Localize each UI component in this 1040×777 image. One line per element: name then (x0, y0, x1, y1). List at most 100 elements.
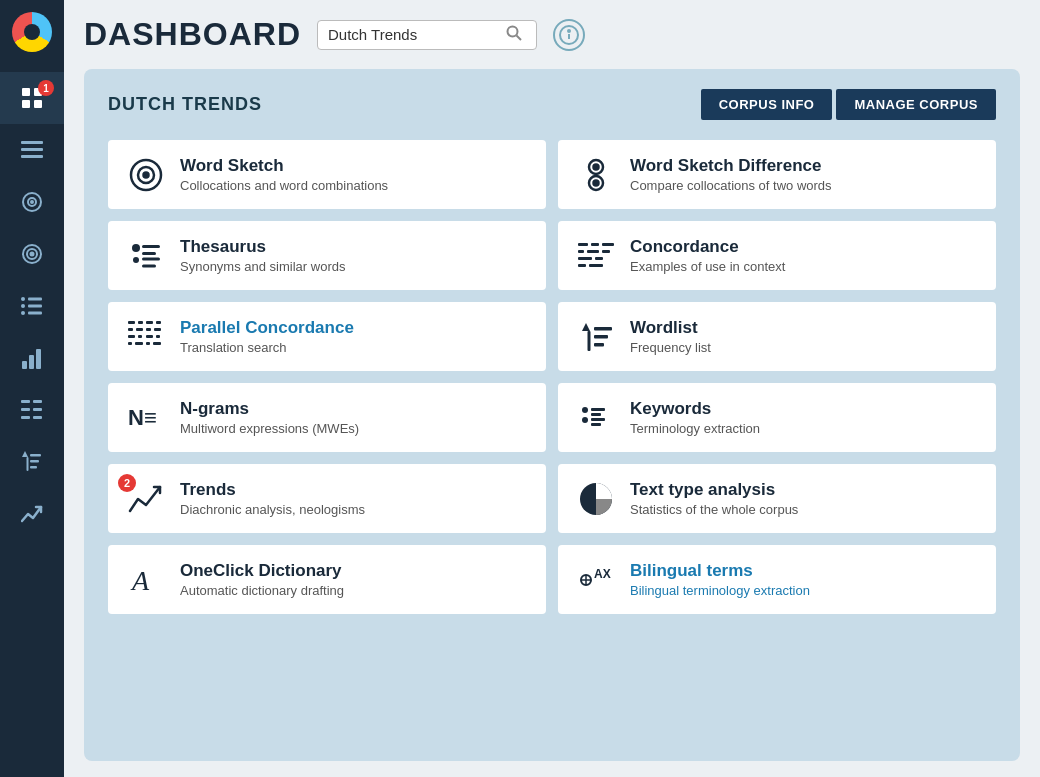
bilingual-text: Bilingual terms Bilingual terminology ex… (630, 561, 810, 598)
svg-rect-65 (136, 328, 143, 331)
sidebar-item-concordance[interactable] (0, 176, 64, 228)
parallel-concordance-icon (126, 319, 166, 355)
card-bilingual-terms[interactable]: AX Bilingual terms Bilingual terminology… (558, 545, 996, 614)
card-ngrams[interactable]: N≡ N-grams Multiword expressions (MWEs) (108, 383, 546, 452)
bilingual-icon: AX (576, 562, 616, 598)
card-concordance[interactable]: Concordance Examples of use in context (558, 221, 996, 290)
svg-rect-84 (591, 413, 601, 416)
svg-point-13 (21, 297, 25, 301)
wordlist-text: Wordlist Frequency list (630, 318, 711, 355)
svg-rect-0 (22, 88, 30, 96)
svg-rect-70 (146, 335, 153, 338)
keywords-icon (576, 400, 616, 436)
svg-rect-19 (22, 361, 27, 369)
concordance-text: Concordance Examples of use in context (630, 237, 785, 274)
card-word-sketch[interactable]: Word Sketch Collocations and word combin… (108, 140, 546, 209)
card-parallel-concordance[interactable]: Parallel Concordance Translation search (108, 302, 546, 371)
card-trends[interactable]: 2 Trends Diachronic analysis, neologisms (108, 464, 546, 533)
sidebar-item-trends[interactable] (0, 488, 64, 540)
trends-text: Trends Diachronic analysis, neologisms (180, 480, 365, 517)
cards-grid: Word Sketch Collocations and word combin… (108, 140, 996, 614)
sidebar-item-word-sketch[interactable] (0, 228, 64, 280)
sidebar-item-bullet-list[interactable] (0, 280, 64, 332)
svg-rect-54 (587, 250, 599, 253)
ngrams-text: N-grams Multiword expressions (MWEs) (180, 399, 359, 436)
thesaurus-text: Thesaurus Synonyms and similar words (180, 237, 345, 274)
svg-point-32 (508, 26, 518, 36)
info-button[interactable] (553, 19, 585, 51)
svg-rect-74 (146, 342, 150, 345)
svg-rect-61 (138, 321, 143, 324)
svg-line-33 (517, 35, 522, 40)
dashboard-badge: 1 (38, 80, 54, 96)
word-sketch-text: Word Sketch Collocations and word combin… (180, 156, 388, 193)
search-input[interactable] (328, 26, 498, 43)
concordance-desc: Examples of use in context (630, 259, 785, 274)
word-sketch-diff-text: Word Sketch Difference Compare collocati… (630, 156, 832, 193)
svg-rect-21 (36, 349, 41, 369)
trends-title: Trends (180, 480, 365, 500)
svg-rect-85 (591, 418, 605, 421)
svg-rect-73 (135, 342, 143, 345)
oneclick-desc: Automatic dictionary drafting (180, 583, 344, 598)
thesaurus-title: Thesaurus (180, 237, 345, 257)
svg-point-81 (582, 407, 588, 413)
svg-rect-26 (21, 416, 30, 419)
svg-rect-79 (594, 343, 604, 347)
ngrams-icon: N≡ (126, 403, 166, 433)
sidebar-item-wordlist[interactable] (0, 436, 64, 488)
trends-desc: Diachronic analysis, neologisms (180, 502, 365, 517)
svg-rect-25 (33, 408, 42, 411)
svg-rect-22 (21, 400, 30, 403)
svg-text:AX: AX (594, 567, 611, 581)
svg-rect-14 (28, 298, 42, 301)
card-thesaurus[interactable]: Thesaurus Synonyms and similar words (108, 221, 546, 290)
sidebar-item-ngrams[interactable] (0, 384, 64, 436)
main-content: DASHBOARD DUTCH TRENDS CORPUS INFO (64, 0, 1040, 777)
card-wordlist[interactable]: Wordlist Frequency list (558, 302, 996, 371)
card-text-type-analysis[interactable]: Text type analysis Statistics of the who… (558, 464, 996, 533)
svg-rect-30 (30, 460, 39, 463)
logo[interactable] (0, 0, 64, 64)
word-sketch-icon (126, 157, 166, 193)
svg-point-17 (21, 311, 25, 315)
ngrams-desc: Multiword expressions (MWEs) (180, 421, 359, 436)
svg-rect-78 (594, 335, 608, 339)
concordance-icon (576, 238, 616, 274)
svg-rect-56 (578, 257, 592, 260)
svg-rect-60 (128, 321, 135, 324)
sidebar: 1 (0, 0, 64, 777)
svg-point-12 (31, 253, 34, 256)
svg-point-43 (594, 180, 599, 185)
card-word-sketch-difference[interactable]: Word Sketch Difference Compare collocati… (558, 140, 996, 209)
svg-rect-71 (156, 335, 160, 338)
svg-point-36 (568, 30, 570, 32)
concordance-title: Concordance (630, 237, 785, 257)
svg-rect-67 (154, 328, 161, 331)
corpus-info-button[interactable]: CORPUS INFO (701, 89, 833, 120)
svg-rect-77 (594, 327, 612, 331)
sidebar-item-dashboard[interactable]: 1 (0, 72, 64, 124)
oneclick-icon: A (126, 562, 166, 598)
card-keywords[interactable]: Keywords Terminology extraction (558, 383, 996, 452)
svg-rect-69 (138, 335, 142, 338)
wordlist-icon (576, 319, 616, 355)
svg-rect-51 (591, 243, 599, 246)
svg-rect-63 (156, 321, 161, 324)
svg-rect-50 (578, 243, 588, 246)
sidebar-item-list[interactable] (0, 124, 64, 176)
svg-rect-53 (578, 250, 584, 253)
svg-point-41 (594, 164, 599, 169)
keywords-desc: Terminology extraction (630, 421, 760, 436)
svg-point-15 (21, 304, 25, 308)
svg-rect-45 (142, 245, 160, 248)
svg-rect-62 (146, 321, 153, 324)
trends-badge: 2 (118, 474, 136, 492)
manage-corpus-button[interactable]: MANAGE CORPUS (836, 89, 996, 120)
svg-rect-24 (21, 408, 30, 411)
svg-rect-27 (33, 416, 42, 419)
card-oneclick-dictionary[interactable]: A OneClick Dictionary Automatic dictiona… (108, 545, 546, 614)
search-box[interactable] (317, 20, 537, 50)
sidebar-item-frequency[interactable] (0, 332, 64, 384)
keywords-text: Keywords Terminology extraction (630, 399, 760, 436)
